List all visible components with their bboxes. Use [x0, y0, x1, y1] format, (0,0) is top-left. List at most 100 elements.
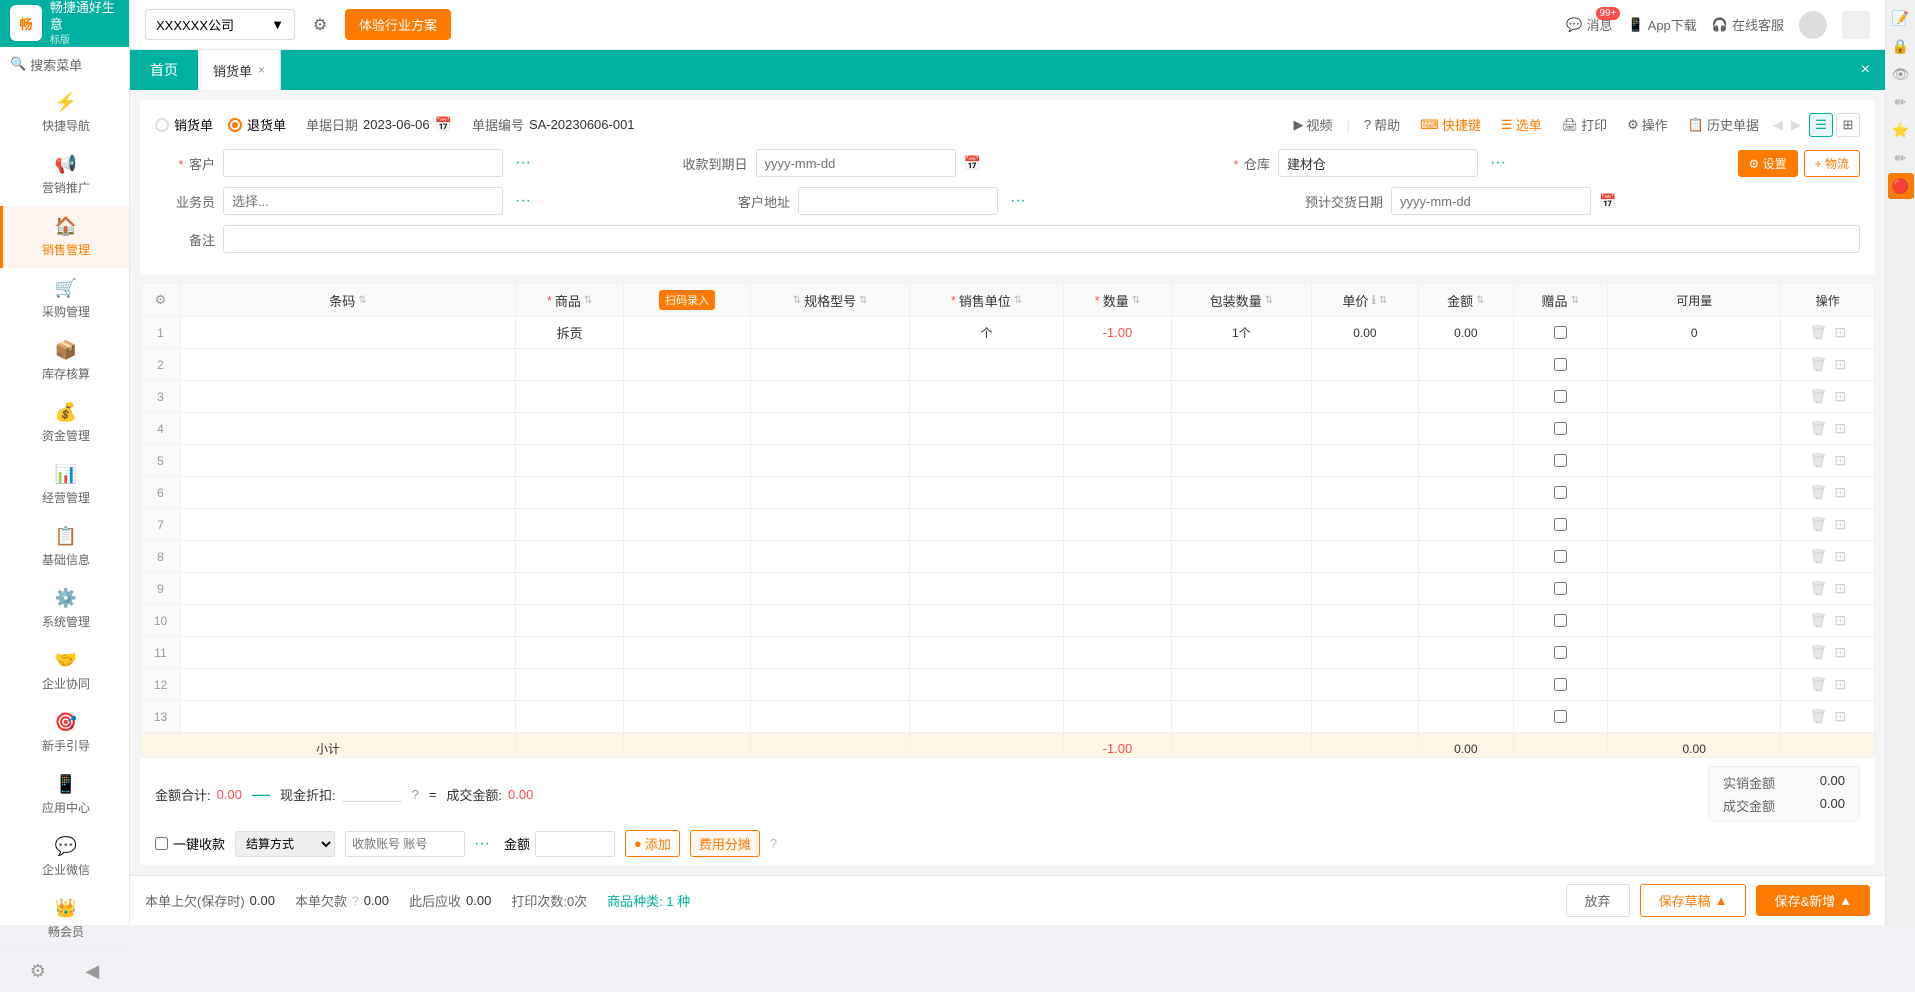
- row-barcode[interactable]: [181, 381, 516, 413]
- gift-checkbox[interactable]: [1554, 486, 1567, 499]
- delete-row-icon[interactable]: 🗑: [1809, 484, 1827, 500]
- delete-row-icon[interactable]: 🗑: [1809, 420, 1827, 436]
- row-qty[interactable]: [1063, 413, 1171, 445]
- delete-row-icon[interactable]: 🗑: [1809, 676, 1827, 692]
- customer-input[interactable]: [223, 149, 503, 177]
- salesperson-input[interactable]: [223, 187, 503, 215]
- account-select-button[interactable]: ···: [470, 835, 494, 853]
- row-spec[interactable]: [750, 445, 909, 477]
- row-spec[interactable]: [750, 477, 909, 509]
- row-barcode[interactable]: [181, 605, 516, 637]
- row-spec[interactable]: [750, 605, 909, 637]
- gift-checkbox[interactable]: [1554, 678, 1567, 691]
- row-price[interactable]: [1311, 445, 1419, 477]
- right-panel-icon-7[interactable]: 🔴: [1888, 173, 1914, 199]
- gift-checkbox[interactable]: [1554, 614, 1567, 627]
- row-qty[interactable]: [1063, 349, 1171, 381]
- help-button[interactable]: ? 帮助: [1358, 112, 1406, 137]
- shortcut-button[interactable]: ⌨ 快捷键: [1414, 112, 1487, 137]
- payment-date-picker-icon[interactable]: 📅: [964, 155, 981, 172]
- copy-row-icon[interactable]: ⊡: [1834, 388, 1846, 404]
- customer-address-input[interactable]: [798, 187, 998, 215]
- trial-button[interactable]: 体验行业方案: [345, 9, 451, 40]
- row-qty[interactable]: [1063, 637, 1171, 669]
- save-new-button[interactable]: 保存&新增 ▲: [1756, 885, 1870, 916]
- abandon-button[interactable]: 放弃: [1566, 884, 1630, 917]
- row-product[interactable]: [515, 509, 623, 541]
- sidebar-item-marketing[interactable]: 📢 营销推广: [0, 144, 129, 206]
- right-panel-icon-2[interactable]: 🔒: [1888, 33, 1914, 59]
- notes-input[interactable]: [223, 225, 1860, 253]
- row-product[interactable]: [515, 573, 623, 605]
- gift-checkbox[interactable]: [1554, 646, 1567, 659]
- row-barcode[interactable]: [181, 413, 516, 445]
- sidebar-item-base-info[interactable]: 📋 基础信息: [0, 516, 129, 578]
- sidebar-search[interactable]: 🔍 搜索菜单: [0, 47, 129, 82]
- message-button[interactable]: 💬 消息 99+: [1566, 15, 1612, 34]
- row-price[interactable]: [1311, 669, 1419, 701]
- expense-help-icon[interactable]: ?: [770, 836, 777, 851]
- copy-row-icon[interactable]: ⊡: [1834, 356, 1846, 372]
- grid-view-button[interactable]: ⊞: [1836, 113, 1860, 137]
- video-help-button[interactable]: ▶ 视频: [1287, 112, 1338, 137]
- delete-row-icon[interactable]: 🗑: [1809, 388, 1827, 404]
- row-barcode[interactable]: [181, 445, 516, 477]
- row-product[interactable]: [515, 541, 623, 573]
- history-order-button[interactable]: 📋 历史单据: [1682, 112, 1765, 137]
- row-qty[interactable]: [1063, 477, 1171, 509]
- discount-input[interactable]: [342, 786, 402, 802]
- right-panel-icon-5[interactable]: ⭐: [1888, 117, 1914, 143]
- row-qty[interactable]: [1063, 541, 1171, 573]
- row-product[interactable]: [515, 669, 623, 701]
- product-type-link[interactable]: 商品种类: 1 种: [607, 891, 690, 910]
- sidebar-settings-icon[interactable]: ⚙: [30, 961, 46, 982]
- row-product[interactable]: [515, 637, 623, 669]
- print-button[interactable]: 🖨 打印: [1556, 112, 1614, 137]
- salesperson-select-button[interactable]: ···: [511, 192, 535, 210]
- copy-row-icon[interactable]: ⊡: [1834, 452, 1846, 468]
- expected-date-input[interactable]: [1391, 187, 1591, 215]
- delete-row-icon[interactable]: 🗑: [1809, 356, 1827, 372]
- row-price[interactable]: [1311, 541, 1419, 573]
- delete-row-icon[interactable]: 🗑: [1809, 644, 1827, 660]
- gift-checkbox[interactable]: [1554, 582, 1567, 595]
- row-barcode[interactable]: [181, 477, 516, 509]
- gift-checkbox[interactable]: [1554, 710, 1567, 723]
- customer-address-select-button[interactable]: ···: [1006, 192, 1030, 210]
- sidebar-item-sys[interactable]: ⚙️ 系统管理: [0, 578, 129, 640]
- copy-row-icon[interactable]: ⊡: [1834, 484, 1846, 500]
- warehouse-select-button[interactable]: ···: [1486, 154, 1510, 172]
- expected-date-picker-icon[interactable]: 📅: [1599, 193, 1616, 210]
- tab-sales-order[interactable]: 销货单 ×: [198, 50, 281, 90]
- radio-sales-order[interactable]: 销货单: [155, 115, 213, 134]
- row-barcode[interactable]: [181, 509, 516, 541]
- add-payment-button[interactable]: ● 添加: [625, 830, 680, 857]
- row-qty[interactable]: [1063, 573, 1171, 605]
- sidebar-item-sales[interactable]: 🏠 销售管理: [0, 206, 129, 268]
- account-input[interactable]: [345, 831, 465, 857]
- right-panel-icon-1[interactable]: 📝: [1888, 5, 1914, 31]
- row-barcode[interactable]: [181, 573, 516, 605]
- sidebar-item-inventory[interactable]: 📦 库存核算: [0, 330, 129, 392]
- copy-row-icon[interactable]: ⊡: [1834, 420, 1846, 436]
- right-panel-icon-4[interactable]: ✏: [1888, 89, 1914, 115]
- row-product[interactable]: [515, 349, 623, 381]
- row-qty[interactable]: [1063, 509, 1171, 541]
- row-barcode[interactable]: [181, 701, 516, 733]
- row-barcode[interactable]: [181, 669, 516, 701]
- row-product[interactable]: [515, 381, 623, 413]
- row-qty[interactable]: [1063, 445, 1171, 477]
- row-barcode[interactable]: [181, 317, 516, 349]
- user-menu-icon[interactable]: [1842, 11, 1870, 39]
- row-qty[interactable]: [1063, 605, 1171, 637]
- row-qty[interactable]: [1063, 381, 1171, 413]
- company-selector[interactable]: XXXXXX公司 ▼: [145, 9, 295, 40]
- sidebar-item-purchase[interactable]: 🛒 采购管理: [0, 268, 129, 330]
- sidebar-collapse-icon[interactable]: ◀: [85, 961, 99, 982]
- right-panel-icon-6[interactable]: ✏: [1888, 145, 1914, 171]
- settings-button[interactable]: ⚙ 设置: [1738, 150, 1798, 177]
- sidebar-item-enterprise[interactable]: 🤝 企业协同: [0, 640, 129, 702]
- row-spec[interactable]: [750, 317, 909, 349]
- delete-row-icon[interactable]: 🗑: [1809, 324, 1827, 340]
- row-spec[interactable]: [750, 349, 909, 381]
